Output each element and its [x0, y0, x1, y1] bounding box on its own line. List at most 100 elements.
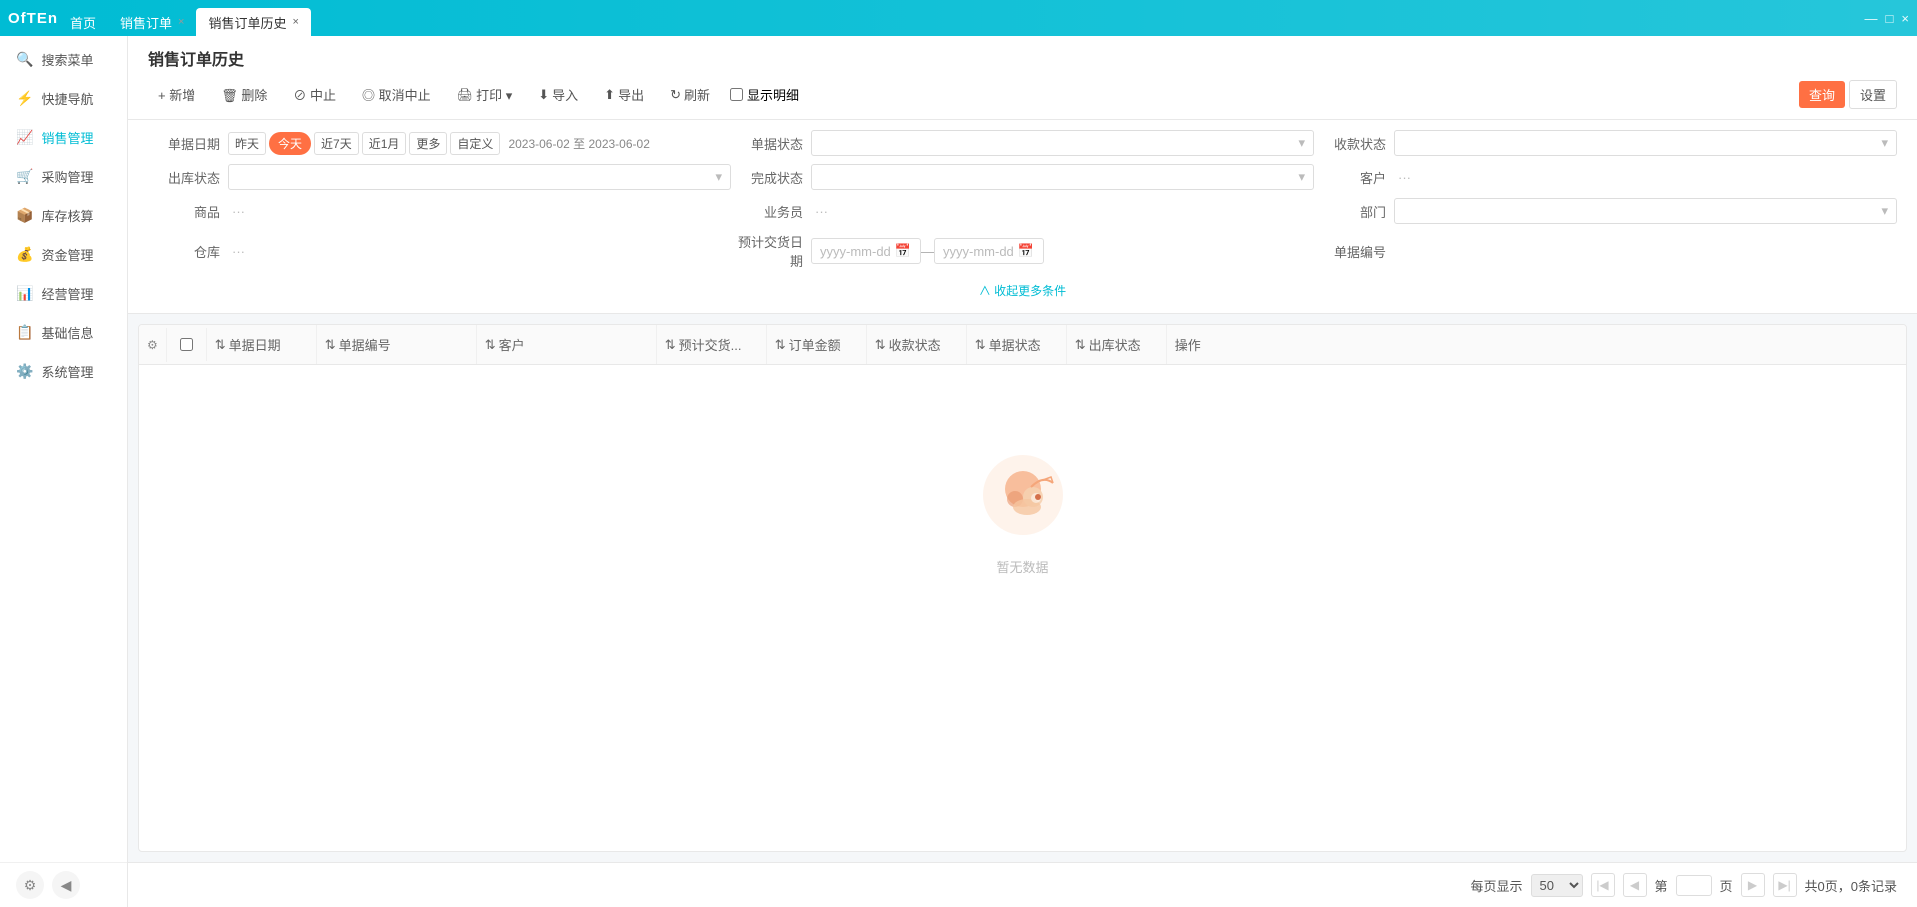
sidebar-item-search-label: 搜索菜单 [41, 50, 93, 69]
basic-info-icon: 📋 [16, 324, 33, 341]
out-status-select[interactable]: ▾ [228, 164, 731, 190]
settings-button[interactable]: 设置 [1849, 80, 1897, 109]
th-pay-sort[interactable]: ⇅ [875, 337, 886, 353]
th-order-sort[interactable]: ⇅ [975, 337, 986, 353]
order-status-select[interactable]: ▾ [811, 130, 1314, 156]
purchase-icon: 🛒 [16, 168, 33, 185]
sidebar-item-shortcuts-label: 快捷导航 [41, 89, 93, 108]
date-yesterday-btn[interactable]: 昨天 [228, 132, 266, 155]
warehouse-dots[interactable]: ··· [228, 244, 249, 259]
th-out-status: ⇅ 出库状态 [1067, 325, 1167, 364]
date-7days-btn[interactable]: 近7天 [314, 132, 359, 155]
th-customer-sort[interactable]: ⇅ [485, 337, 496, 353]
toolbar-right: 查询 设置 [1799, 80, 1897, 109]
system-icon: ⚙️ [16, 363, 33, 380]
select-all-checkbox[interactable] [180, 338, 193, 351]
total-label: 共0页，0条记录 [1805, 876, 1897, 895]
tab-home[interactable]: 首页 [58, 8, 108, 36]
topbar-maximize-icon[interactable]: □ [1886, 11, 1894, 26]
prev-page-btn[interactable]: ◀ [1623, 873, 1647, 897]
sales-icon: 📈 [16, 129, 33, 146]
delivery-date-start[interactable]: yyyy-mm-dd 📅 [811, 238, 921, 264]
tab-sales-history-label: 销售订单历史 [208, 13, 286, 32]
th-date-sort[interactable]: ⇅ [215, 337, 226, 353]
sidebar-item-system[interactable]: ⚙️ 系统管理 [0, 352, 127, 391]
th-amount-sort[interactable]: ⇅ [775, 337, 786, 353]
first-page-btn[interactable]: |◀ [1591, 873, 1615, 897]
refresh-icon: ↻ [670, 87, 681, 103]
show-detail-checkbox[interactable] [730, 88, 743, 101]
page-header: 销售订单历史 + 新增 🗑 删除 ⊘ 中止 ◎ 取消中止 🖨 🖨 打印 打印 ▾… [128, 36, 1917, 120]
payment-status-arrow: ▾ [1881, 135, 1888, 151]
print-button[interactable]: 🖨 🖨 打印 打印 ▾ [447, 81, 523, 108]
date-separator: — [921, 244, 934, 259]
collapse-bar[interactable]: ∧ 收起更多条件 [148, 278, 1897, 303]
date-label: 单据日期 [148, 134, 228, 153]
per-page-select[interactable]: 50 20 100 [1531, 874, 1583, 897]
date-1month-btn[interactable]: 近1月 [362, 132, 407, 155]
sidebar-item-purchase[interactable]: 🛒 采购管理 [0, 157, 127, 196]
page-input[interactable]: 1 [1676, 875, 1712, 896]
show-detail-checkbox-group: 显示明细 [730, 85, 799, 104]
tab-sales-order-close[interactable]: × [178, 16, 184, 28]
topbar-close-icon[interactable]: × [1901, 11, 1909, 26]
sidebar-item-operations[interactable]: 📊 经营管理 [0, 274, 127, 313]
payment-status-label: 收款状态 [1314, 134, 1394, 153]
sidebar-settings-btn[interactable]: ⚙ [16, 871, 44, 899]
th-out-sort[interactable]: ⇅ [1075, 337, 1086, 353]
refresh-button[interactable]: ↻ 刷新 [660, 81, 720, 108]
order-no-label: 单据编号 [1314, 242, 1394, 261]
sidebar-item-basic-info[interactable]: 📋 基础信息 [0, 313, 127, 352]
salesperson-dots[interactable]: ··· [811, 204, 832, 219]
sidebar-collapse-btn[interactable]: ◀ [52, 871, 80, 899]
page-label-pre: 第 [1655, 876, 1668, 895]
delivery-date-label: 预计交货日期 [731, 232, 811, 270]
inventory-icon: 📦 [16, 207, 33, 224]
sidebar-item-operations-label: 经营管理 [41, 284, 93, 303]
export-button[interactable]: ⬆ 导出 [594, 81, 654, 108]
warehouse-label: 仓库 [148, 242, 228, 261]
table-header: ⚙ ⇅ 单据日期 ⇅ 单据编号 ⇅ 客户 ⇅ 预计交货. [139, 325, 1906, 365]
sidebar-item-sales[interactable]: 📈 销售管理 [0, 118, 127, 157]
empty-text: 暂无数据 [996, 557, 1048, 576]
cancel-stop-button[interactable]: ◎ 取消中止 [352, 81, 441, 108]
sidebar-item-finance[interactable]: 💰 资金管理 [0, 235, 127, 274]
salesperson-label: 业务员 [731, 202, 811, 221]
top-bar-right: — □ × [1865, 11, 1909, 26]
new-button[interactable]: + 新增 [148, 81, 205, 108]
delivery-date-start-text: yyyy-mm-dd [820, 244, 891, 259]
dept-select[interactable]: ▾ [1394, 198, 1897, 224]
th-delivery-sort[interactable]: ⇅ [665, 337, 676, 353]
tab-sales-history[interactable]: 销售订单历史 × [196, 8, 310, 36]
filter-row-3: 商品 ··· 业务员 ··· 部门 ▾ [148, 198, 1897, 224]
sidebar-item-search[interactable]: 🔍 搜索菜单 [0, 40, 127, 79]
th-settings[interactable]: ⚙ [139, 328, 167, 362]
date-today-btn[interactable]: 今天 [269, 132, 311, 155]
payment-status-select[interactable]: ▾ [1394, 130, 1897, 156]
out-status-label: 出库状态 [148, 168, 228, 187]
next-page-btn[interactable]: ▶ [1741, 873, 1765, 897]
query-button[interactable]: 查询 [1799, 81, 1845, 108]
stop-button[interactable]: ⊘ 中止 [283, 81, 346, 108]
complete-status-select[interactable]: ▾ [811, 164, 1314, 190]
import-button[interactable]: ⬇ 导入 [528, 81, 588, 108]
date-more-btn[interactable]: 更多 [409, 132, 447, 155]
tab-sales-order[interactable]: 销售订单 × [108, 8, 196, 36]
sidebar-item-inventory-label: 库存核算 [41, 206, 93, 225]
sidebar-item-inventory[interactable]: 📦 库存核算 [0, 196, 127, 235]
topbar-minimize-icon[interactable]: — [1865, 11, 1878, 26]
delete-button[interactable]: 🗑 删除 [211, 81, 277, 108]
last-page-btn[interactable]: ▶| [1773, 873, 1797, 897]
customer-dots[interactable]: ··· [1394, 170, 1415, 185]
th-no-sort[interactable]: ⇅ [325, 337, 336, 353]
table-area: ⚙ ⇅ 单据日期 ⇅ 单据编号 ⇅ 客户 ⇅ 预计交货. [138, 324, 1907, 852]
tab-sales-history-close[interactable]: × [292, 16, 298, 28]
order-status-arrow: ▾ [1298, 135, 1305, 151]
delivery-date-end[interactable]: yyyy-mm-dd 📅 [934, 238, 1044, 264]
sidebar-item-shortcuts[interactable]: ⚡ 快捷导航 [0, 79, 127, 118]
show-detail-label: 显示明细 [747, 85, 799, 104]
finance-icon: 💰 [16, 246, 33, 263]
goods-dots[interactable]: ··· [228, 204, 249, 219]
tab-home-label: 首页 [70, 13, 96, 32]
date-custom-btn[interactable]: 自定义 [450, 132, 500, 155]
